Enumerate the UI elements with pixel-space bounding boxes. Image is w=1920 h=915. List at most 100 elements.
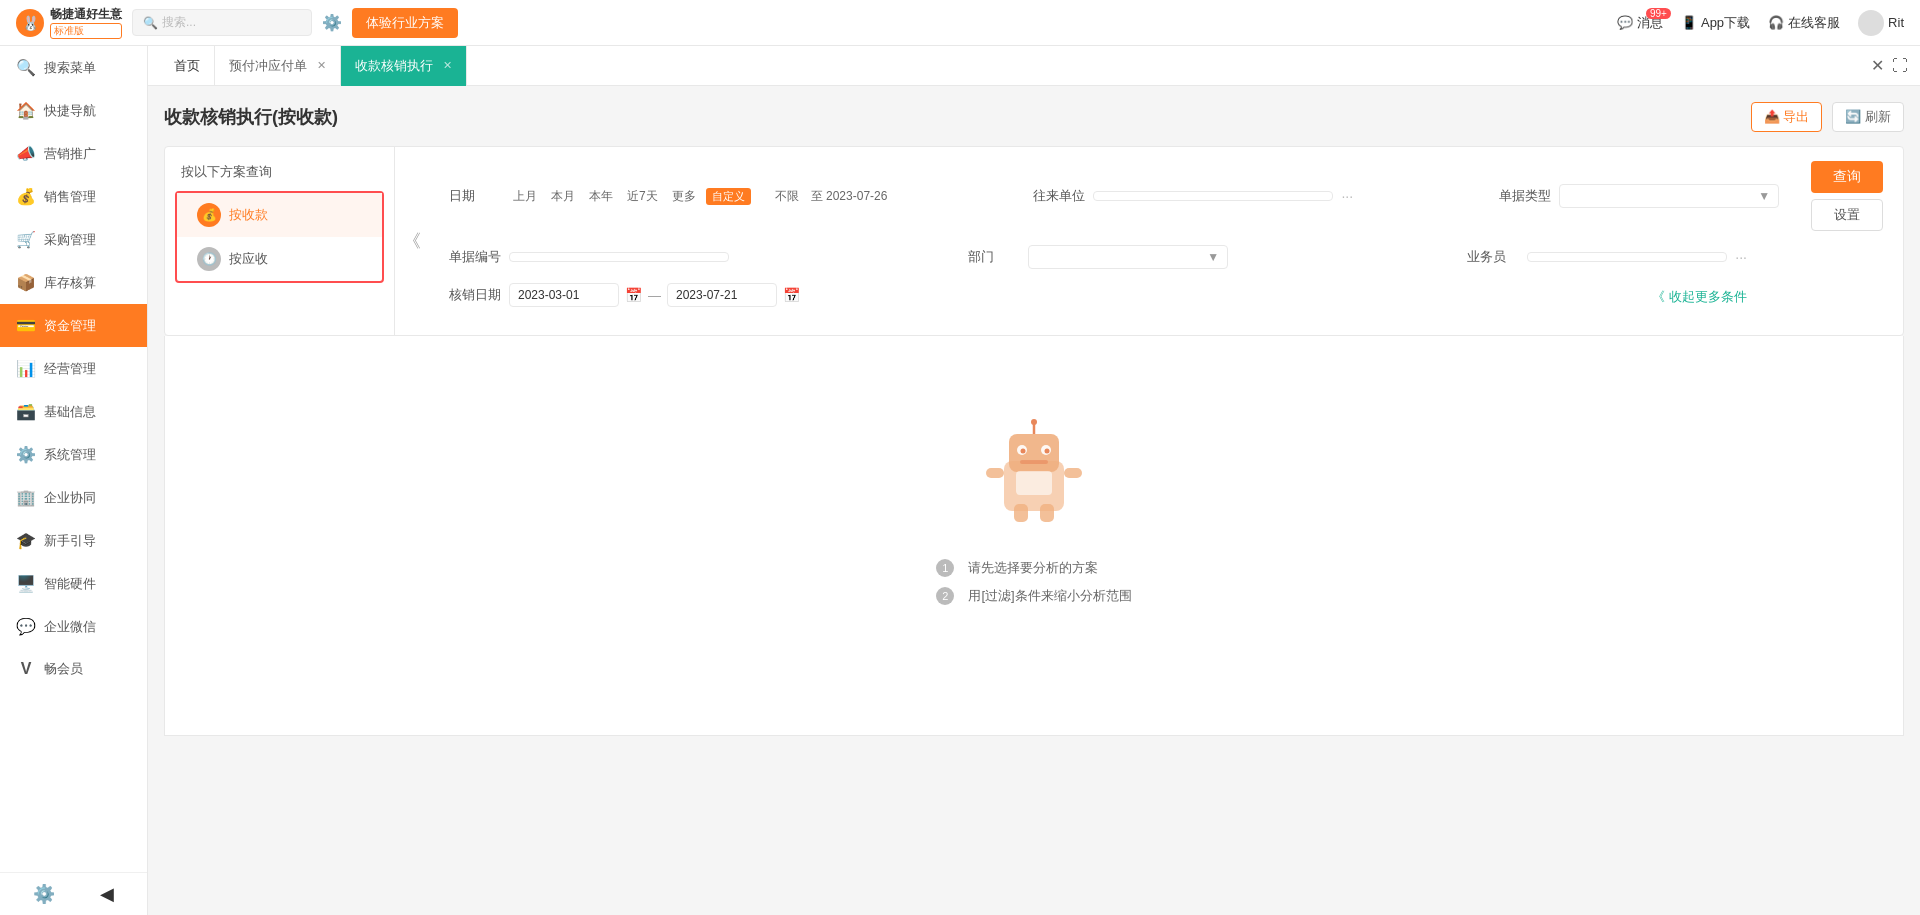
sidebar-item-system[interactable]: ⚙️ 系统管理 [0,433,147,476]
tab-receipt-close[interactable]: ✕ [443,59,452,72]
svg-rect-6 [1020,460,1048,464]
department-select[interactable]: ▼ [1028,245,1228,269]
logo-name: 畅捷通好生意 [50,6,122,23]
writeoff-start-input[interactable] [509,283,619,307]
sidebar-item-quick[interactable]: 🏠 快捷导航 [0,89,147,132]
doc-no-item: 单据编号 [449,248,729,266]
writeoff-end-input[interactable] [667,283,777,307]
main-content: 首页 预付冲应付单 ✕ 收款核销执行 ✕ ✕ ⛶ 收款核销执行(按收款) 📤 导… [148,46,1920,915]
doc-type-select[interactable]: ▼ [1559,184,1779,208]
doc-no-input[interactable] [509,252,729,262]
writeoff-start-calendar-icon[interactable]: 📅 [625,287,642,303]
page-title: 收款核销执行(按收款) [164,105,338,129]
writeoff-end-calendar-icon[interactable]: 📅 [783,287,800,303]
sidebar-item-sales[interactable]: 💰 销售管理 [0,175,147,218]
svg-rect-10 [1064,468,1082,478]
sidebar-label-system: 系统管理 [44,446,96,464]
refresh-button[interactable]: 🔄 刷新 [1832,102,1904,132]
tab-expand-btn[interactable]: ⛶ [1892,57,1908,75]
search-bar[interactable]: 🔍 搜索... [132,9,312,36]
filter-option-receipt[interactable]: 💰 按收款 [177,193,382,237]
collapse-more-btn[interactable]: 《 收起更多条件 [1652,288,1747,306]
sidebar-item-operation[interactable]: 📊 经营管理 [0,347,147,390]
inventory-icon: 📦 [16,273,36,292]
export-button[interactable]: 📤 导出 [1751,102,1823,132]
app-icon: 📱 [1681,15,1697,30]
sidebar-label-sales: 销售管理 [44,188,96,206]
counterparty-ellipsis[interactable]: ··· [1341,188,1353,204]
department-label: 部门 [968,248,1020,266]
more-date-btn[interactable]: 更多 [668,186,700,207]
sidebar-item-inventory[interactable]: 📦 库存核算 [0,261,147,304]
sidebar-item-marketing[interactable]: 📣 营销推广 [0,132,147,175]
top-bar-left: 🐰 畅捷通好生意 标准版 🔍 搜索... ⚙️ 体验行业方案 [16,6,458,39]
sidebar-item-wechat[interactable]: 💬 企业微信 [0,605,147,648]
online-service-item[interactable]: 🎧 在线客服 [1768,14,1840,32]
sidebar-item-hardware[interactable]: 🖥️ 智能硬件 [0,562,147,605]
user-item[interactable]: Rit [1858,10,1904,36]
home-icon: 🏠 [16,101,36,120]
salesperson-ellipsis[interactable]: ··· [1735,249,1747,265]
search-icon: 🔍 [16,58,36,77]
last-7-days-btn[interactable]: 近7天 [623,186,662,207]
search-placeholder: 搜索... [162,14,196,31]
settings-button[interactable]: 设置 [1811,199,1883,231]
sidebar-item-basic[interactable]: 🗃️ 基础信息 [0,390,147,433]
counterparty-input[interactable] [1093,191,1333,201]
sidebar-label-operation: 经营管理 [44,360,96,378]
this-year-btn[interactable]: 本年 [585,186,617,207]
tab-receipt[interactable]: 收款核销执行 ✕ [341,46,467,86]
user-name: Rit [1888,15,1904,30]
sidebar-item-enterprise[interactable]: 🏢 企业协同 [0,476,147,519]
sidebar-label-basic: 基础信息 [44,403,96,421]
date-to-label: 至 2023-07-26 [811,188,888,205]
doc-type-item: 单据类型 ▼ [1499,184,1779,208]
last-month-btn[interactable]: 上月 [509,186,541,207]
department-item: 部门 ▼ [968,245,1228,269]
sidebar-item-finance[interactable]: 💳 资金管理 [0,304,147,347]
settings-bottom-icon[interactable]: ⚙️ [33,883,55,905]
filter-option-receivable[interactable]: 🕐 按应收 [177,237,382,281]
svg-rect-11 [1014,504,1028,522]
refresh-icon: 🔄 [1845,109,1865,124]
counterparty-item: 往来单位 ··· [1033,187,1353,205]
tab-prepay-label: 预付冲应付单 [229,57,307,75]
message-item[interactable]: 💬 消息 99+ [1617,14,1663,32]
salesperson-input[interactable] [1527,252,1727,262]
sidebar-item-search[interactable]: 🔍 搜索菜单 [0,46,147,89]
receipt-option-icon: 💰 [197,203,221,227]
collapse-sidebar-icon[interactable]: ◀ [100,883,114,905]
sidebar-label-inventory: 库存核算 [44,274,96,292]
svg-point-8 [1031,419,1037,425]
this-month-btn[interactable]: 本月 [547,186,579,207]
filter-collapse-button[interactable]: 《 [395,219,429,263]
tip-text-2: 用[过滤]条件来缩小分析范围 [968,587,1131,605]
top-bar-right: 💬 消息 99+ 📱 App下载 🎧 在线客服 Rit [1617,10,1904,36]
tab-prepay[interactable]: 预付冲应付单 ✕ [215,46,341,86]
query-button[interactable]: 查询 [1811,161,1883,193]
settings-icon[interactable]: ⚙️ [322,13,342,32]
app-download-label: App下载 [1701,14,1750,32]
filter-options-box: 💰 按收款 🕐 按应收 [175,191,384,283]
writeoff-date-group: 📅 — 📅 [509,283,800,307]
app-download-item[interactable]: 📱 App下载 [1681,14,1750,32]
tab-actions: ✕ ⛶ [1871,56,1908,75]
tab-home[interactable]: 首页 [160,46,215,86]
sidebar-label-finance: 资金管理 [44,317,96,335]
sidebar-item-vip[interactable]: V 畅会员 [0,648,147,690]
tab-close-all-btn[interactable]: ✕ [1871,56,1884,75]
page-actions: 📤 导出 🔄 刷新 [1751,102,1904,132]
solution-button[interactable]: 体验行业方案 [352,8,458,38]
page-header: 收款核销执行(按收款) 📤 导出 🔄 刷新 [164,102,1904,132]
marketing-icon: 📣 [16,144,36,163]
empty-tip-1: 1 请先选择要分析的方案 [936,559,1131,577]
filter-row-3: 核销日期 📅 — 📅 《 收起更多条件 [449,283,1883,307]
tab-prepay-close[interactable]: ✕ [317,59,326,72]
action-buttons: 查询 设置 [1811,161,1883,231]
tab-bar: 首页 预付冲应付单 ✕ 收款核销执行 ✕ ✕ ⛶ [148,46,1920,86]
sidebar-item-guide[interactable]: 🎓 新手引导 [0,519,147,562]
svg-rect-1 [1009,434,1059,472]
message-badge: 99+ [1646,8,1671,19]
collapse-icon: 《 [1652,288,1665,306]
sidebar-item-purchase[interactable]: 🛒 采购管理 [0,218,147,261]
